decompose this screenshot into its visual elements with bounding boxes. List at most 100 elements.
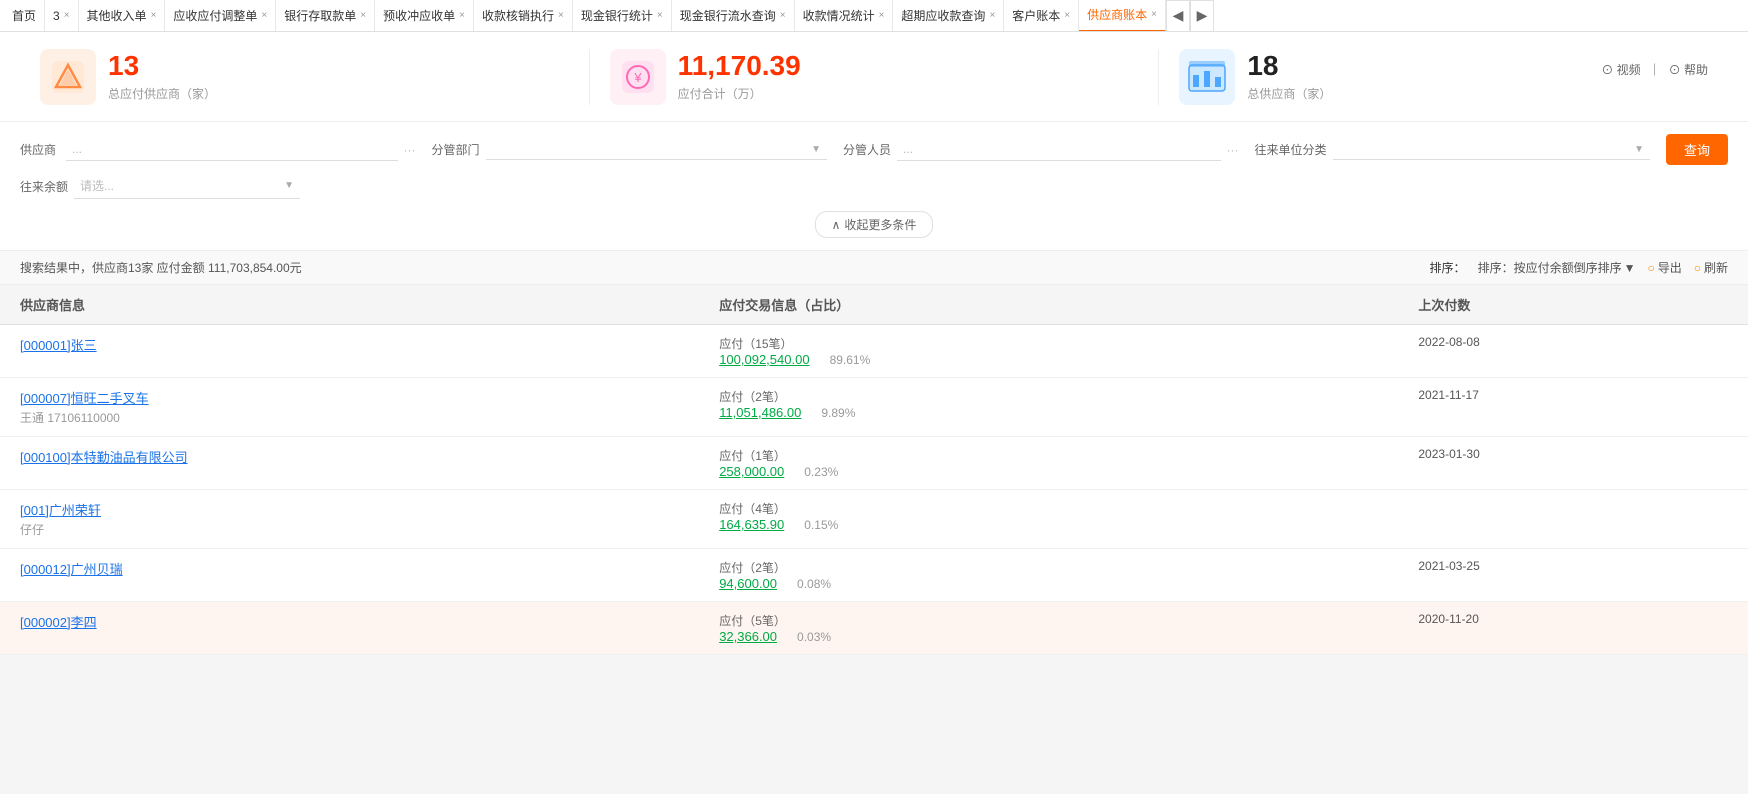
last-payment-cell: 2020-11-20 <box>1398 602 1748 655</box>
stat-info-total-suppliers: 18 总供应商（家） <box>1247 51 1331 103</box>
query-button[interactable]: 查询 <box>1666 134 1728 165</box>
collapse-label: 收起更多条件 <box>844 216 916 233</box>
nav-home[interactable]: 首页 <box>4 0 45 32</box>
supplier-link[interactable]: [001]广州荣轩 <box>20 503 101 518</box>
category-select[interactable]: ▼ <box>1333 140 1650 160</box>
nav-next-arrow[interactable]: ▶ <box>1190 0 1214 32</box>
filter-group-supplier: 供应商 ··· <box>20 138 416 161</box>
nav-ar-ap-adjust[interactable]: 应收应付调整单 × <box>165 0 276 32</box>
sort-label: 排序： <box>1430 259 1466 276</box>
tx-percent: 9.89% <box>821 406 855 420</box>
nav-overdue-ar[interactable]: 超期应收款查询 × <box>893 0 1004 32</box>
last-payment-cell <box>1398 490 1748 549</box>
close-cash-bank-query-icon[interactable]: × <box>780 10 786 21</box>
close-bank-deposit-icon[interactable]: × <box>360 10 366 21</box>
col-supplier-info: 供应商信息 <box>0 285 699 325</box>
close-collection-stat-icon[interactable]: × <box>879 10 885 21</box>
supplier-link[interactable]: [000012]广州贝瑞 <box>20 562 123 577</box>
supplier-table: 供应商信息 应付交易信息（占比） 上次付数 [000001]张三应付（15笔）1… <box>0 285 1748 655</box>
supplier-sub-info: 王通 17106110000 <box>20 409 679 426</box>
balance-chevron-icon: ▼ <box>284 180 294 191</box>
nav-tab3[interactable]: 3 × <box>45 0 79 32</box>
stats-bar: 13 总应付供应商（家） ¥ 11,170.39 应付合计（万） <box>0 32 1748 122</box>
nav-bank-deposit[interactable]: 银行存取款单 × <box>276 0 375 32</box>
tx-amount[interactable]: 11,051,486.00 <box>719 405 801 420</box>
tx-percent: 89.61% <box>830 353 871 367</box>
table-row: [000012]广州贝瑞应付（2笔）94,600.000.08%2021-03-… <box>0 549 1748 602</box>
nav-advance-ar[interactable]: 预收冲应收单 × <box>375 0 474 32</box>
supplier-input[interactable] <box>66 138 398 161</box>
dept-select[interactable]: ▼ <box>486 140 827 160</box>
help-links: ⊙ 视频 ｜ ⊙ 帮助 <box>1589 57 1720 82</box>
close-payment-exec-icon[interactable]: × <box>558 10 564 21</box>
supplier-link[interactable]: [000002]李四 <box>20 615 97 630</box>
supplier-input-icon[interactable]: ··· <box>404 143 416 157</box>
close-supplier-ledger-icon[interactable]: × <box>1151 9 1157 20</box>
last-payment-cell: 2022-08-08 <box>1398 325 1748 378</box>
export-button[interactable]: ○ 导出 <box>1647 259 1681 276</box>
nav-cash-bank-query[interactable]: 现金银行流水查询 × <box>672 0 795 32</box>
export-circle-icon: ○ <box>1647 261 1654 275</box>
tx-amount[interactable]: 164,635.90 <box>719 517 784 532</box>
tx-amount[interactable]: 100,092,540.00 <box>719 352 809 367</box>
dept-chevron-icon: ▼ <box>811 144 821 155</box>
video-link[interactable]: ⊙ 视频 <box>1601 61 1640 78</box>
tx-info-cell: 应付（2笔）94,600.000.08% <box>699 549 1398 602</box>
close-advance-ar-icon[interactable]: × <box>459 10 465 21</box>
nav-advance-ar-label: 预收冲应收单 <box>383 7 455 24</box>
nav-collection-stat-label: 收款情况统计 <box>803 7 875 24</box>
supplier-link[interactable]: [000007]恒旺二手叉车 <box>20 391 149 406</box>
tx-amount[interactable]: 32,366.00 <box>719 629 777 644</box>
stat-block-total-suppliers: 18 总供应商（家） ⊙ 视频 ｜ ⊙ 帮助 <box>1159 49 1728 105</box>
stat-number-payable-total: 11,170.39 <box>678 51 801 82</box>
supplier-sub-info: 仔仔 <box>20 521 679 538</box>
close-other-income-icon[interactable]: × <box>151 10 157 21</box>
stat-block-payable-suppliers: 13 总应付供应商（家） <box>20 49 590 105</box>
stat-info-payable: 13 总应付供应商（家） <box>108 51 216 103</box>
supplier-link[interactable]: [000100]本特勤油品有限公司 <box>20 450 188 465</box>
tx-amount[interactable]: 258,000.00 <box>719 464 784 479</box>
tx-amount[interactable]: 94,600.00 <box>719 576 777 591</box>
nav-other-income[interactable]: 其他收入单 × <box>79 0 166 32</box>
nav-customer-ledger[interactable]: 客户账本 × <box>1004 0 1079 32</box>
help-link[interactable]: ⊙ 帮助 <box>1669 61 1708 78</box>
svg-text:¥: ¥ <box>633 70 642 85</box>
last-payment-date: 2023-01-30 <box>1418 447 1479 461</box>
close-tab3-icon[interactable]: × <box>64 10 70 21</box>
close-overdue-ar-icon[interactable]: × <box>989 10 995 21</box>
balance-label: 往来余额 <box>20 178 68 195</box>
sort-button[interactable]: 排序：按应付余额倒序排序 ▼ <box>1478 259 1636 276</box>
last-payment-date: 2021-03-25 <box>1418 559 1479 573</box>
balance-select[interactable]: 请选... ▼ <box>74 173 300 199</box>
collapse-button[interactable]: ∧ 收起更多条件 <box>815 211 934 238</box>
stat-icon-payable <box>40 49 96 105</box>
refresh-button[interactable]: ○ 刷新 <box>1694 259 1728 276</box>
close-cash-bank-stat-icon[interactable]: × <box>657 10 663 21</box>
filter-row-1: 供应商 ··· 分管部门 ▼ 分管人员 ··· 往来单位分类 ▼ 查询 <box>20 134 1728 165</box>
tx-info-cell: 应付（1笔）258,000.000.23% <box>699 437 1398 490</box>
close-customer-ledger-icon[interactable]: × <box>1064 10 1070 21</box>
stat-block-payable-total: ¥ 11,170.39 应付合计（万） <box>590 49 1160 105</box>
table-body: [000001]张三应付（15笔）100,092,540.0089.61%202… <box>0 325 1748 655</box>
nav-collection-stat[interactable]: 收款情况统计 × <box>795 0 894 32</box>
nav-prev-arrow[interactable]: ◀ <box>1166 0 1190 32</box>
nav-supplier-ledger[interactable]: 供应商账本 × <box>1079 0 1166 32</box>
table-row: [000100]本特勤油品有限公司应付（1笔）258,000.000.23%20… <box>0 437 1748 490</box>
nav-cash-bank-query-label: 现金银行流水查询 <box>680 7 776 24</box>
close-ar-ap-adjust-icon[interactable]: × <box>261 10 267 21</box>
person-input[interactable] <box>897 138 1220 161</box>
nav-cash-bank-stat-label: 现金银行统计 <box>581 7 653 24</box>
tx-label: 应付（4笔） <box>719 500 1378 517</box>
tx-percent: 0.08% <box>797 577 831 591</box>
table-row: [001]广州荣轩仔仔应付（4笔）164,635.900.15% <box>0 490 1748 549</box>
tx-percent: 0.23% <box>804 465 838 479</box>
supplier-link[interactable]: [000001]张三 <box>20 338 97 353</box>
result-text: 搜索结果中，供应商13家 应付金额 111,703,854.00元 <box>20 259 302 276</box>
last-payment-date: 2021-11-17 <box>1418 388 1479 402</box>
nav-tab3-label: 3 <box>53 9 60 23</box>
nav-supplier-ledger-label: 供应商账本 <box>1087 6 1147 23</box>
nav-payment-exec[interactable]: 收款核销执行 × <box>474 0 573 32</box>
nav-cash-bank-stat[interactable]: 现金银行统计 × <box>573 0 672 32</box>
person-input-icon[interactable]: ··· <box>1227 143 1239 157</box>
nav-payment-exec-label: 收款核销执行 <box>482 7 554 24</box>
